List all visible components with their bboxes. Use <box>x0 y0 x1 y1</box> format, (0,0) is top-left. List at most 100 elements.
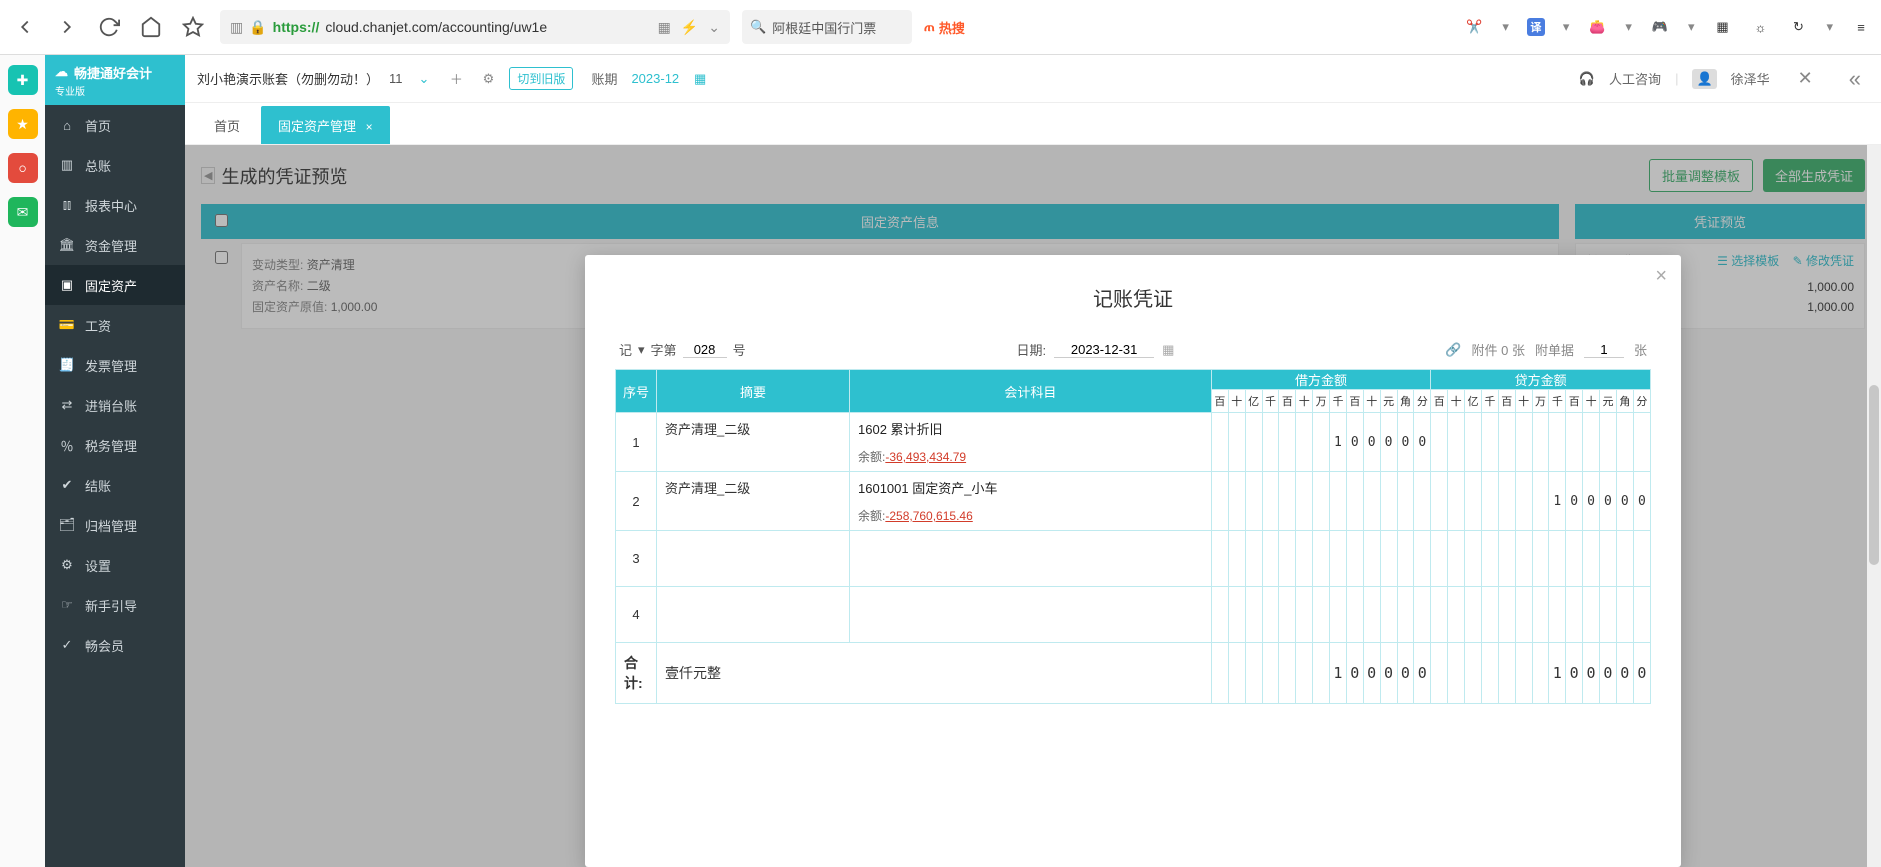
gamepad-icon[interactable]: 🎮 <box>1650 17 1670 37</box>
digit-cell[interactable] <box>1448 587 1465 643</box>
digit-cell[interactable]: 0 <box>1600 643 1617 704</box>
digit-cell[interactable] <box>1245 643 1262 704</box>
digit-cell[interactable] <box>1313 643 1330 704</box>
digit-cell[interactable] <box>1414 472 1431 531</box>
digit-cell[interactable]: 0 <box>1633 643 1650 704</box>
digit-cell[interactable] <box>1515 587 1532 643</box>
account-cell[interactable] <box>850 531 1212 587</box>
digit-cell[interactable] <box>1600 587 1617 643</box>
digit-cell[interactable]: 1 <box>1330 643 1347 704</box>
user-name[interactable]: 徐泽华 <box>1731 69 1770 88</box>
digit-cell[interactable]: 0 <box>1397 413 1414 472</box>
sidebar-item-4[interactable]: ▣固定资产 <box>45 265 185 305</box>
account-cell[interactable] <box>850 587 1212 643</box>
digit-cell[interactable] <box>1262 643 1279 704</box>
brightness-icon[interactable]: ☼ <box>1750 17 1770 37</box>
slip-count-input[interactable] <box>1584 342 1624 358</box>
digit-cell[interactable] <box>1515 643 1532 704</box>
scrollbar-thumb[interactable] <box>1869 385 1879 565</box>
url-dropdown-icon[interactable]: ⌄ <box>708 19 720 36</box>
digit-cell[interactable]: 0 <box>1363 413 1380 472</box>
sidebar-item-0[interactable]: ⌂首页 <box>45 105 185 145</box>
digit-cell[interactable] <box>1262 531 1279 587</box>
digit-cell[interactable] <box>1262 587 1279 643</box>
digit-cell[interactable] <box>1633 413 1650 472</box>
digit-cell[interactable] <box>1346 587 1363 643</box>
close-panel-button[interactable]: ✕ <box>1790 68 1821 89</box>
digit-cell[interactable] <box>1566 413 1583 472</box>
voucher-date-input[interactable] <box>1054 342 1154 358</box>
digit-cell[interactable] <box>1465 413 1482 472</box>
digit-cell[interactable] <box>1431 413 1448 472</box>
digit-cell[interactable] <box>1279 531 1296 587</box>
reload-button[interactable] <box>94 12 124 42</box>
digit-cell[interactable] <box>1616 413 1633 472</box>
digit-cell[interactable] <box>1616 587 1633 643</box>
digit-cell[interactable] <box>1600 413 1617 472</box>
digit-cell[interactable] <box>1532 643 1549 704</box>
digit-cell[interactable] <box>1279 587 1296 643</box>
calendar-icon[interactable]: ▦ <box>1162 342 1174 358</box>
digit-cell[interactable] <box>1245 531 1262 587</box>
digit-cell[interactable] <box>1465 531 1482 587</box>
digit-cell[interactable] <box>1380 531 1397 587</box>
digit-cell[interactable] <box>1515 413 1532 472</box>
voucher-number-input[interactable] <box>683 342 727 358</box>
digit-cell[interactable]: 0 <box>1583 643 1600 704</box>
digit-cell[interactable]: 0 <box>1397 643 1414 704</box>
digit-cell[interactable] <box>1481 531 1498 587</box>
digit-cell[interactable] <box>1397 587 1414 643</box>
sidebar-item-1[interactable]: ▥总账 <box>45 145 185 185</box>
digit-cell[interactable]: 0 <box>1380 643 1397 704</box>
tab-fixed-assets[interactable]: 固定资产管理 × <box>261 106 390 144</box>
digit-cell[interactable] <box>1465 643 1482 704</box>
digit-cell[interactable]: 0 <box>1346 413 1363 472</box>
digit-cell[interactable] <box>1296 472 1313 531</box>
digit-cell[interactable]: 1 <box>1330 413 1347 472</box>
settings-icon[interactable]: ⚙ <box>477 68 499 90</box>
digit-cell[interactable] <box>1228 643 1245 704</box>
digit-cell[interactable] <box>1245 413 1262 472</box>
digit-cell[interactable] <box>1465 587 1482 643</box>
digit-cell[interactable] <box>1566 531 1583 587</box>
digit-cell[interactable]: 0 <box>1583 472 1600 531</box>
clip-icon[interactable]: 🔗 <box>1445 342 1461 358</box>
digit-cell[interactable] <box>1397 531 1414 587</box>
digit-cell[interactable] <box>1616 531 1633 587</box>
digit-cell[interactable] <box>1498 413 1515 472</box>
wallet-icon[interactable]: 👛 <box>1587 17 1607 37</box>
digit-cell[interactable] <box>1363 587 1380 643</box>
os-tile-3[interactable]: ဝ <box>8 153 38 183</box>
os-tile-2[interactable]: ★ <box>8 109 38 139</box>
home-button[interactable] <box>136 12 166 42</box>
digit-cell[interactable] <box>1431 643 1448 704</box>
digit-cell[interactable] <box>1532 472 1549 531</box>
digit-cell[interactable] <box>1498 587 1515 643</box>
sidebar-item-13[interactable]: ✓畅会员 <box>45 625 185 665</box>
type-dropdown-icon[interactable]: ▾ <box>638 342 645 358</box>
digit-cell[interactable] <box>1549 413 1566 472</box>
digit-cell[interactable]: 0 <box>1346 643 1363 704</box>
apps-icon[interactable]: ▦ <box>1712 17 1732 37</box>
account-set-dropdown[interactable]: ⌄ <box>419 71 430 87</box>
digit-cell[interactable] <box>1363 531 1380 587</box>
digit-cell[interactable] <box>1313 413 1330 472</box>
expand-button[interactable]: « <box>1841 66 1869 92</box>
digit-cell[interactable]: 0 <box>1600 472 1617 531</box>
digit-cell[interactable] <box>1532 531 1549 587</box>
sidebar-item-12[interactable]: ☞新手引导 <box>45 585 185 625</box>
digit-cell[interactable] <box>1211 643 1228 704</box>
digit-cell[interactable] <box>1515 531 1532 587</box>
digit-cell[interactable] <box>1262 413 1279 472</box>
address-bar[interactable]: ▥ 🔒 https://cloud.chanjet.com/accounting… <box>220 10 730 44</box>
sidebar-item-10[interactable]: 🗂归档管理 <box>45 505 185 545</box>
account-cell[interactable]: 1601001 固定资产_小车余额:-258,760,615.46 <box>850 472 1212 531</box>
digit-cell[interactable] <box>1211 413 1228 472</box>
forward-button[interactable] <box>52 12 82 42</box>
translate-icon[interactable]: 译 <box>1527 18 1545 36</box>
sidebar-item-2[interactable]: ⫾⫾报表中心 <box>45 185 185 225</box>
digit-cell[interactable] <box>1448 531 1465 587</box>
digit-cell[interactable] <box>1245 587 1262 643</box>
digit-cell[interactable] <box>1633 531 1650 587</box>
summary-cell[interactable] <box>657 531 850 587</box>
